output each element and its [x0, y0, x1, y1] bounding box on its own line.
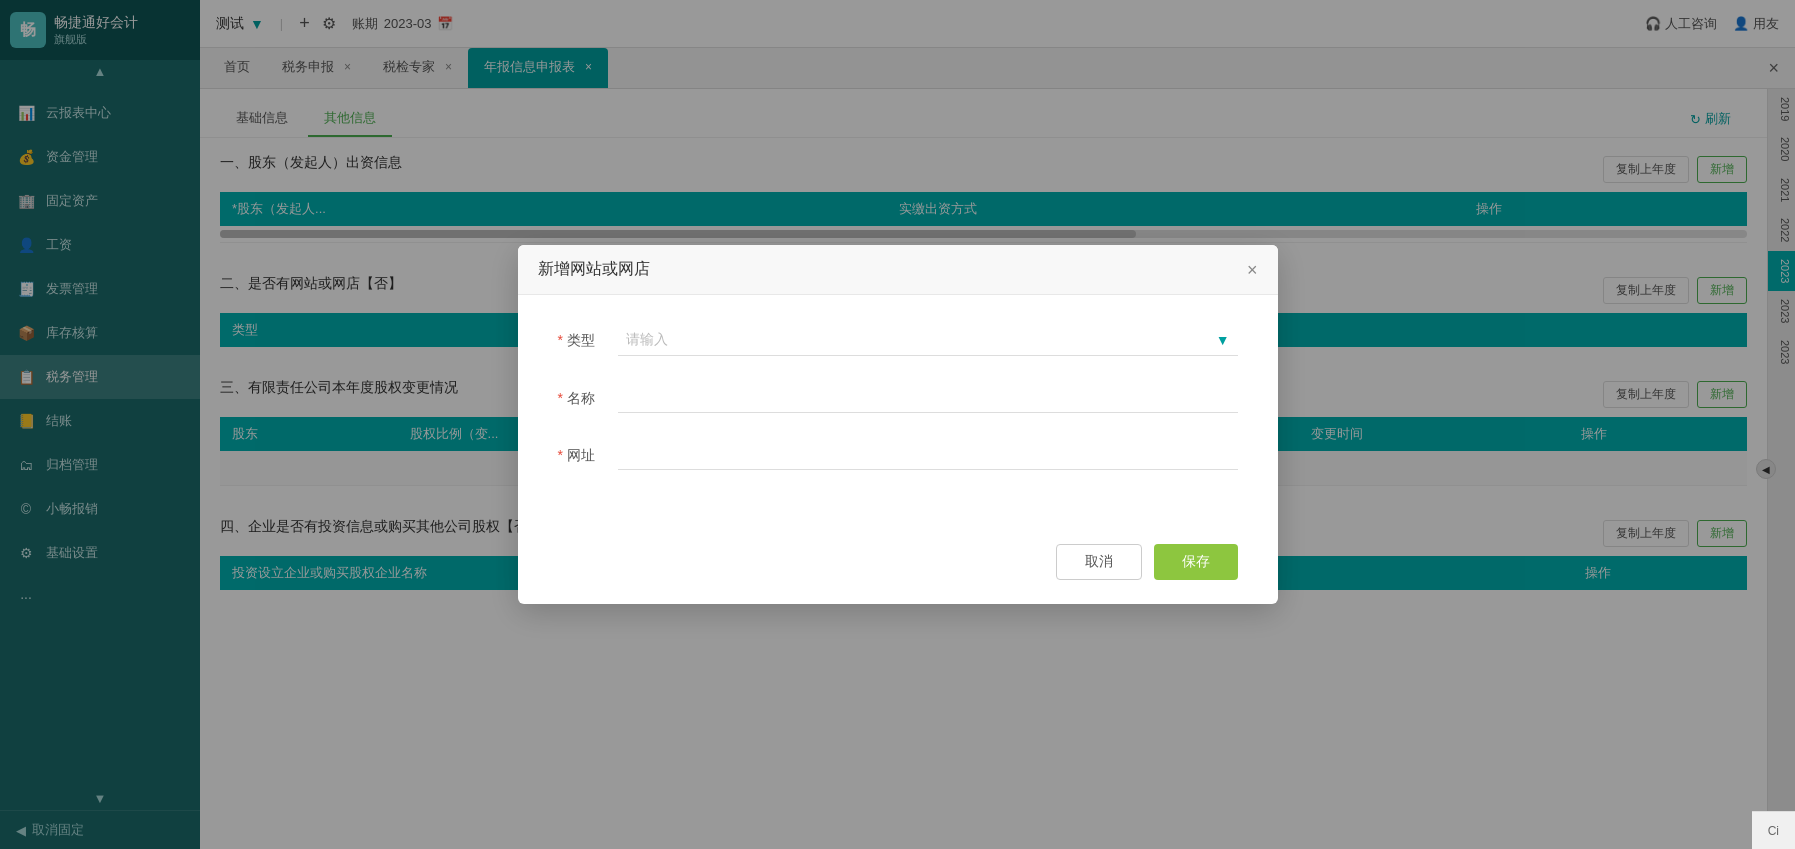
url-required-mark: *: [558, 447, 563, 463]
modal-add-website: 新增网站或网店 × * 类型 请输入 ▼ * 名称: [518, 245, 1278, 604]
url-field-wrapper: [618, 441, 1238, 470]
form-row-name: * 名称: [558, 384, 1238, 413]
modal-header: 新增网站或网店 ×: [518, 245, 1278, 295]
bottom-bar: Ci: [1752, 811, 1795, 849]
url-input[interactable]: [626, 447, 1230, 463]
modal-close-btn[interactable]: ×: [1247, 261, 1258, 279]
type-label: * 类型: [558, 332, 618, 350]
name-field-wrapper: [618, 384, 1238, 413]
save-button[interactable]: 保存: [1154, 544, 1238, 580]
type-dropdown-icon: ▼: [1216, 332, 1230, 348]
type-placeholder: 请输入: [626, 331, 668, 349]
name-input[interactable]: [626, 390, 1230, 406]
modal-footer: 取消 保存: [518, 528, 1278, 604]
modal-title: 新增网站或网店: [538, 259, 650, 280]
bottom-bar-text: Ci: [1768, 824, 1779, 838]
type-required-mark: *: [558, 332, 563, 348]
name-label: * 名称: [558, 390, 618, 408]
form-row-type: * 类型 请输入 ▼: [558, 325, 1238, 356]
form-row-url: * 网址: [558, 441, 1238, 470]
cancel-button[interactable]: 取消: [1056, 544, 1142, 580]
type-select[interactable]: 请输入 ▼: [618, 325, 1238, 356]
name-required-mark: *: [558, 390, 563, 406]
url-label: * 网址: [558, 447, 618, 465]
modal-body: * 类型 请输入 ▼ * 名称: [518, 295, 1278, 528]
modal-overlay[interactable]: 新增网站或网店 × * 类型 请输入 ▼ * 名称: [0, 0, 1795, 849]
